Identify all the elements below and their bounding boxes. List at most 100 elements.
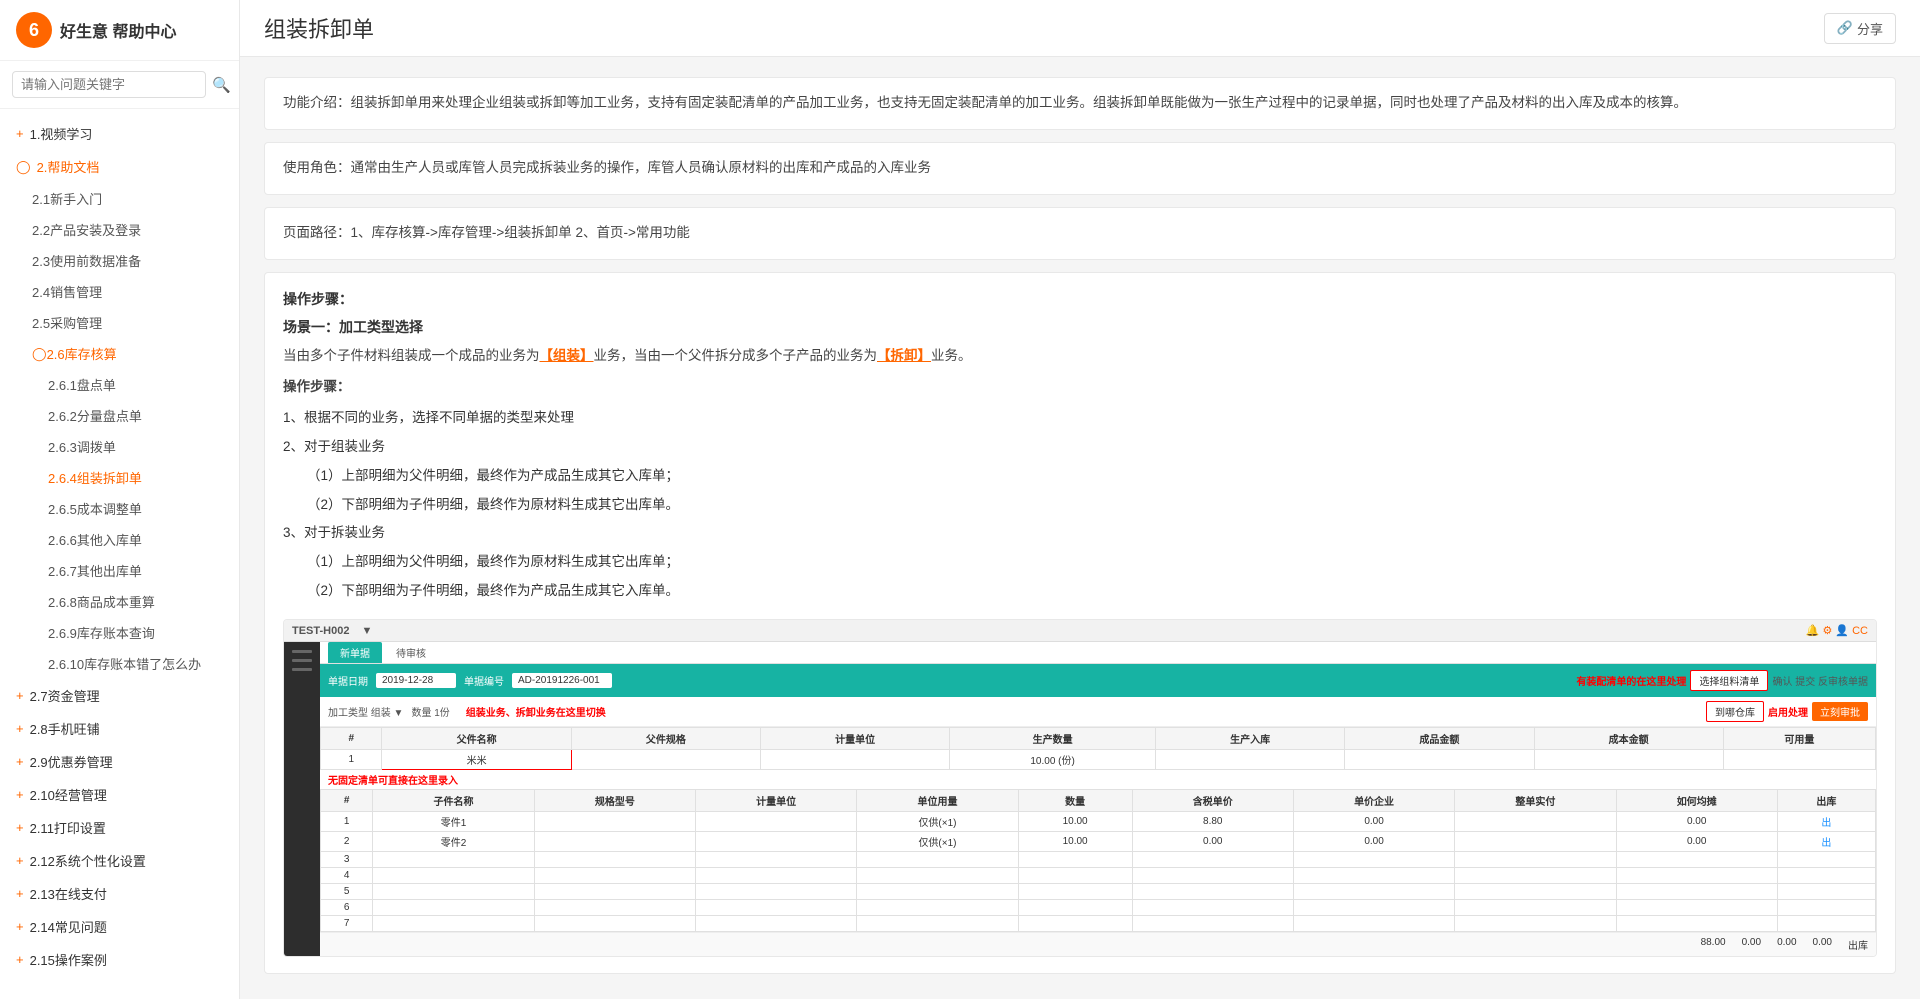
mock-form-num-label: 单据编号 bbox=[464, 673, 504, 688]
page-title: 组装拆卸单 bbox=[264, 12, 374, 44]
mock-total4: 0.00 bbox=[1813, 937, 1832, 952]
step-1: 1、根据不同的业务，选择不同单据的类型来处理 bbox=[283, 407, 1877, 430]
intro-block-1: 功能介绍：组装拆卸单用来处理企业组装或拆卸等加工业务，支持有固定装配清单的产品加… bbox=[264, 77, 1896, 130]
operations-section: 操作步骤： 场景一：加工类型选择 当由多个子件材料组装成一个成品的业务为【组装】… bbox=[264, 272, 1896, 974]
content-area: 功能介绍：组装拆卸单用来处理企业组装或拆卸等加工业务，支持有固定装配清单的产品加… bbox=[240, 57, 1920, 999]
mock-form-date-label: 单据日期 bbox=[328, 673, 368, 688]
sidebar-item-docs-2-1[interactable]: 2.1新手入门 bbox=[0, 183, 239, 214]
table-row: 7 bbox=[321, 916, 1876, 932]
sidebar-item-docs-2-14[interactable]: + 2.14常见问题 bbox=[0, 910, 239, 943]
steps-title: 操作步骤： bbox=[283, 376, 1877, 399]
step-3: 3、对于拆装业务 bbox=[283, 522, 1877, 545]
sidebar-item-docs-2-6-2[interactable]: 2.6.2分量盘点单 bbox=[0, 400, 239, 431]
sidebar-item-videos[interactable]: + 1.视频学习 bbox=[0, 117, 239, 150]
mock-child-table: #子件名称规格型号计量单位单位用量数量含税单价单价企业整单实付如何均摊出库 1零… bbox=[320, 789, 1876, 932]
table-row: 2零件2 仅供(×1)10.000.000.000.00出 bbox=[321, 832, 1876, 852]
expand-icon: + bbox=[16, 853, 24, 868]
table-row: 1 米米 10.00 (份) bbox=[321, 750, 1876, 770]
expand-icon: + bbox=[16, 688, 24, 703]
share-icon: 🔗 bbox=[1837, 20, 1853, 36]
sidebar-item-docs-2-11[interactable]: + 2.11打印设置 bbox=[0, 811, 239, 844]
sidebar-header: 6 好生意 帮助中心 bbox=[0, 0, 239, 61]
scene1-title: 场景一：加工类型选择 bbox=[283, 317, 1877, 337]
mock-annotation-type: 组装业务、拆卸业务在这里切换 bbox=[466, 704, 606, 719]
mock-btn-bom: 选择组料清单 bbox=[1690, 670, 1768, 691]
sidebar-item-docs-2-9[interactable]: + 2.9优惠券管理 bbox=[0, 745, 239, 778]
intro-block-2: 使用角色：通常由生产人员或库管人员完成拆装业务的操作，库管人员确认原材料的出库和… bbox=[264, 142, 1896, 195]
sidebar-item-label: ◯ bbox=[32, 346, 47, 362]
mock-icons: 🔔 ⚙ 👤 CC bbox=[1806, 624, 1868, 637]
mock-type-label: 加工类型 组装 ▼ bbox=[328, 704, 403, 719]
operation-title: 操作步骤： bbox=[283, 289, 1877, 309]
sidebar-item-docs-2-6-5[interactable]: 2.6.5成本调整单 bbox=[0, 493, 239, 524]
table-row: 5 bbox=[321, 884, 1876, 900]
collapse-icon: ◯ bbox=[16, 159, 31, 175]
sidebar-item-docs-2-2[interactable]: 2.2产品安装及登录 bbox=[0, 214, 239, 245]
sidebar-item-docs-2-3[interactable]: 2.3使用前数据准备 bbox=[0, 245, 239, 276]
table-row: 1零件1 仅供(×1)10.008.800.000.00出 bbox=[321, 812, 1876, 832]
sidebar-item-docs-2-8[interactable]: + 2.8手机旺铺 bbox=[0, 712, 239, 745]
screenshot-container: TEST-H002 ▼ 🔔 ⚙ 👤 CC bbox=[283, 619, 1877, 957]
mock-tab-approve: 待审核 bbox=[386, 642, 436, 663]
sidebar-item-docs-2-12[interactable]: + 2.12系统个性化设置 bbox=[0, 844, 239, 877]
sidebar-item-docs-2-6-9[interactable]: 2.6.9库存账本查询 bbox=[0, 617, 239, 648]
mock-footer: 88.00 0.00 0.00 0.00 出库 bbox=[320, 932, 1876, 956]
share-button[interactable]: 🔗 分享 bbox=[1824, 13, 1896, 44]
sidebar-item-docs-2-7[interactable]: + 2.7资金管理 bbox=[0, 679, 239, 712]
sidebar-item-docs-2-4[interactable]: 2.4销售管理 bbox=[0, 276, 239, 307]
sidebar-item-docs-2-6-1[interactable]: 2.6.1盘点单 bbox=[0, 369, 239, 400]
expand-icon: + bbox=[16, 820, 24, 835]
breadcrumb-block: 页面路径：1、库存核算->库存管理->组装拆卸单 2、首页->常用功能 bbox=[264, 207, 1896, 260]
mock-btn-approve2: 立刻审批 bbox=[1812, 702, 1868, 721]
mock-cell-parent-name: 米米 bbox=[467, 756, 487, 767]
mock-form-num-value: AD-20191226-001 bbox=[512, 673, 612, 688]
sidebar-item-docs-2-6-8[interactable]: 2.6.8商品成本重算 bbox=[0, 586, 239, 617]
expand-icon: + bbox=[16, 787, 24, 802]
sidebar-item-docs-2-6-10[interactable]: 2.6.10库存账本错了怎么办 bbox=[0, 648, 239, 679]
mock-qty-label: 数量 1份 bbox=[411, 704, 449, 719]
main-area: 组装拆卸单 🔗 分享 功能介绍：组装拆卸单用来处理企业组装或拆卸等加工业务，支持… bbox=[240, 0, 1920, 999]
step-2: 2、对于组装业务 bbox=[283, 436, 1877, 459]
scene1-desc: 当由多个子件材料组装成一个成品的业务为【组装】业务，当由一个父件拆分成多个子产品… bbox=[283, 345, 1877, 368]
app-title: 好生意 帮助中心 bbox=[60, 18, 176, 42]
sidebar-item-docs-2-15[interactable]: + 2.15操作案例 bbox=[0, 943, 239, 976]
sidebar-item-docs-2-6-4[interactable]: 2.6.4组装拆卸单 bbox=[0, 462, 239, 493]
sidebar-item-docs-2-6[interactable]: ◯ 2.6库存核算 bbox=[0, 338, 239, 369]
mock-form-date-value: 2019-12-28 bbox=[376, 673, 456, 688]
expand-icon: + bbox=[16, 919, 24, 934]
sidebar-item-docs-2-6-7[interactable]: 2.6.7其他出库单 bbox=[0, 555, 239, 586]
table-row: 3 bbox=[321, 852, 1876, 868]
step-2-1: （1）上部明细为父件明细，最终作为产成品生成其它入库单； bbox=[307, 465, 1877, 488]
mock-total2: 0.00 bbox=[1742, 937, 1761, 952]
sidebar-item-docs-2-5[interactable]: 2.5采购管理 bbox=[0, 307, 239, 338]
expand-icon: + bbox=[16, 754, 24, 769]
sidebar-item-docs-2-6-6[interactable]: 2.6.6其他入库单 bbox=[0, 524, 239, 555]
search-bar: 🔍 bbox=[0, 61, 239, 109]
mock-total3: 0.00 bbox=[1777, 937, 1796, 952]
mock-total-label: 出库 bbox=[1848, 937, 1868, 952]
sidebar-item-docs[interactable]: ◯ 2.帮助文档 bbox=[0, 150, 239, 183]
sidebar-item-docs-2-13[interactable]: + 2.13在线支付 bbox=[0, 877, 239, 910]
sidebar: 6 好生意 帮助中心 🔍 + 1.视频学习 ◯ 2.帮助文档 2.1新手入门 2… bbox=[0, 0, 240, 999]
table-row: 6 bbox=[321, 900, 1876, 916]
expand-icon: + bbox=[16, 721, 24, 736]
logo-icon: 6 bbox=[16, 12, 52, 48]
search-button[interactable]: 🔍 bbox=[212, 76, 231, 94]
mock-annotation-nobom: 无固定清单可直接在这里录入 bbox=[320, 770, 1876, 789]
mock-parent-table: #父件名称父件规格计量单位生产数量生产入库成品金额成本金额可用量 1 米米 10… bbox=[320, 727, 1876, 770]
mock-total1: 88.00 bbox=[1701, 937, 1726, 952]
mock-company: TEST-H002 bbox=[292, 625, 349, 637]
mock-annotation-bom: 有装配清单的在这里处理 bbox=[1576, 673, 1686, 688]
mock-input-warehouse: 到哪仓库 bbox=[1706, 701, 1764, 722]
search-input[interactable] bbox=[12, 71, 206, 98]
table-row: 4 bbox=[321, 868, 1876, 884]
step-2-2: （2）下部明细为子件明细，最终作为原材料生成其它出库单。 bbox=[307, 494, 1877, 517]
expand-icon: + bbox=[16, 126, 24, 141]
step-3-1: （1）上部明细为父件明细，最终作为原材料生成其它出库单； bbox=[307, 551, 1877, 574]
mock-tab-new: 新单据 bbox=[328, 642, 382, 663]
sidebar-item-label: 1.视频学习 bbox=[30, 124, 93, 143]
sidebar-item-docs-2-6-3[interactable]: 2.6.3调拨单 bbox=[0, 431, 239, 462]
sidebar-item-docs-2-10[interactable]: + 2.10经营管理 bbox=[0, 778, 239, 811]
mock-annotation-process: 启用处理 bbox=[1768, 704, 1808, 719]
expand-icon: + bbox=[16, 886, 24, 901]
